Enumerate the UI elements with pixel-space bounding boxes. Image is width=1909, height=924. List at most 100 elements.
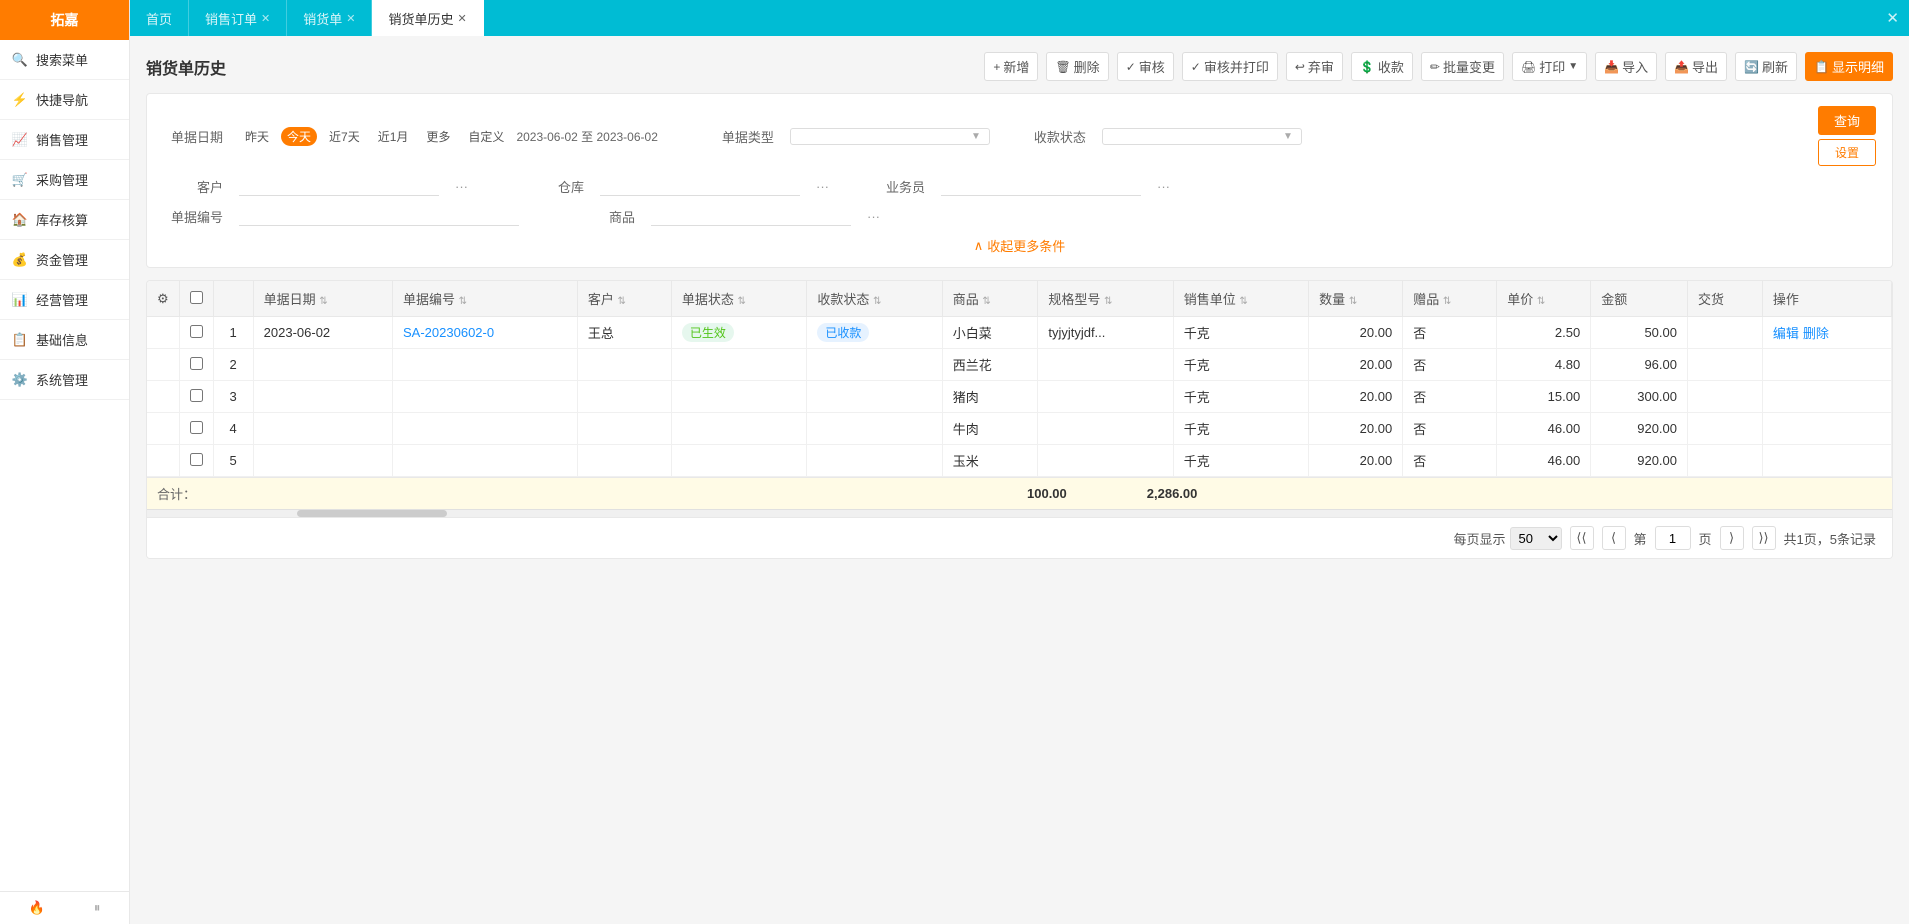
- customer-cell: [577, 413, 671, 445]
- settings-button[interactable]: 设置: [1818, 139, 1876, 166]
- collect-button[interactable]: 💲 收款: [1351, 52, 1413, 81]
- col-customer[interactable]: 客户 ⇅: [577, 281, 671, 317]
- doc-no-link[interactable]: SA-20230602-0: [403, 325, 494, 340]
- col-unit[interactable]: 销售单位 ⇅: [1173, 281, 1308, 317]
- gear-cell: [147, 445, 179, 477]
- tab-sales-delivery[interactable]: 销货单 ✕: [287, 0, 372, 36]
- sidebar-item-label: 采购管理: [36, 170, 88, 189]
- page-content: 销货单历史 + 新增 🗑 删除 ✓ 审核 ✓ 审核并打印: [130, 36, 1909, 924]
- prev-page-button[interactable]: ⟨: [1602, 526, 1626, 550]
- delete-icon: 🗑: [1055, 60, 1070, 74]
- sidebar-item-search-menu[interactable]: 🔍 搜索菜单: [0, 40, 129, 80]
- col-gift[interactable]: 赠品 ⇅: [1403, 281, 1497, 317]
- date-shortcut-last7[interactable]: 近7天: [323, 127, 366, 146]
- warehouse-ellipsis[interactable]: ···: [816, 179, 829, 194]
- sidebar-item-operations[interactable]: 📊 经营管理: [0, 280, 129, 320]
- sidebar-item-finance[interactable]: 💰 资金管理: [0, 240, 129, 280]
- sort-spec-icon: ⇅: [1104, 296, 1112, 307]
- row-checkbox[interactable]: [190, 389, 203, 402]
- col-spec[interactable]: 规格型号 ⇅: [1038, 281, 1173, 317]
- warehouse-input[interactable]: [600, 176, 800, 196]
- review-button[interactable]: ✓ 审核: [1117, 52, 1174, 81]
- sidebar-bottom-icon2[interactable]: ⏸: [94, 900, 101, 916]
- table-row: 2 西兰花 千克 20.00 否 4.80 96.00: [147, 349, 1892, 381]
- doc-type-select[interactable]: ▼: [790, 128, 990, 145]
- col-payment-status[interactable]: 收款状态 ⇅: [807, 281, 942, 317]
- tab-sales-order-close[interactable]: ✕: [261, 12, 270, 25]
- row-checkbox[interactable]: [190, 453, 203, 466]
- sidebar-item-basic-info[interactable]: 📋 基础信息: [0, 320, 129, 360]
- product-input[interactable]: [651, 206, 851, 226]
- col-doc-date[interactable]: 单据日期 ⇅: [253, 281, 392, 317]
- sidebar-item-inventory[interactable]: 🏠 库存核算: [0, 200, 129, 240]
- col-quantity[interactable]: 数量 ⇅: [1309, 281, 1403, 317]
- last-page-button[interactable]: ⟩⟩: [1752, 526, 1776, 550]
- sidebar-item-purchase-mgmt[interactable]: 🛒 采购管理: [0, 160, 129, 200]
- query-button[interactable]: 查询: [1818, 106, 1876, 135]
- sidebar-item-quick-nav[interactable]: ⚡ 快捷导航: [0, 80, 129, 120]
- date-shortcut-today[interactable]: 今天: [281, 127, 317, 146]
- sidebar-item-system-mgmt[interactable]: ⚙️ 系统管理: [0, 360, 129, 400]
- salesperson-ellipsis[interactable]: ···: [1157, 179, 1170, 194]
- import-button[interactable]: 📥 导入: [1595, 52, 1657, 81]
- select-all-checkbox[interactable]: [190, 291, 203, 304]
- col-doc-status[interactable]: 单据状态 ⇅: [671, 281, 806, 317]
- product-ellipsis[interactable]: ···: [867, 209, 880, 224]
- tab-sales-order[interactable]: 销售订单 ✕: [189, 0, 287, 36]
- doc-no-input[interactable]: [239, 206, 519, 226]
- page-size-dropdown[interactable]: 50 20 100: [1510, 527, 1562, 550]
- customer-input[interactable]: [239, 176, 439, 196]
- row-checkbox[interactable]: [190, 421, 203, 434]
- action-编辑[interactable]: 编辑: [1773, 326, 1799, 341]
- print-label: 打印: [1539, 57, 1565, 76]
- customer-ellipsis[interactable]: ···: [455, 179, 468, 194]
- date-shortcut-more[interactable]: 更多: [420, 127, 456, 146]
- scrollbar-thumb[interactable]: [297, 510, 447, 517]
- print-icon: 🖨: [1521, 60, 1536, 74]
- first-page-button[interactable]: ⟨⟨: [1570, 526, 1594, 550]
- sidebar-item-label: 经营管理: [36, 290, 88, 309]
- col-num: [213, 281, 253, 317]
- date-shortcut-last1month[interactable]: 近1月: [372, 127, 415, 146]
- print-button[interactable]: 🖨 打印 ▼: [1512, 52, 1587, 81]
- inventory-icon: 🏠: [12, 212, 28, 228]
- tab-sales-history[interactable]: 销货单历史 ✕: [372, 0, 483, 36]
- date-shortcut-custom[interactable]: 自定义: [462, 127, 510, 146]
- review-print-icon: ✓: [1191, 60, 1201, 74]
- table-row: 5 玉米 千克 20.00 否 46.00 920.00: [147, 445, 1892, 477]
- doc-no-cell: [393, 381, 578, 413]
- col-doc-no[interactable]: 单据编号 ⇅: [393, 281, 578, 317]
- refresh-button[interactable]: 🔄 刷新: [1735, 52, 1797, 81]
- review-print-button[interactable]: ✓ 审核并打印: [1182, 52, 1278, 81]
- sidebar-item-sales-mgmt[interactable]: 📈 销售管理: [0, 120, 129, 160]
- amount-cell: 920.00: [1591, 445, 1688, 477]
- row-checkbox[interactable]: [190, 325, 203, 338]
- horizontal-scrollbar[interactable]: [147, 509, 1892, 517]
- tab-home[interactable]: 首页: [130, 0, 189, 36]
- salesperson-input[interactable]: [941, 176, 1141, 196]
- date-shortcut-yesterday[interactable]: 昨天: [239, 127, 275, 146]
- collapse-button[interactable]: ∧ 收起更多条件: [163, 236, 1876, 255]
- sidebar-bottom-icon1[interactable]: 🔥: [29, 900, 45, 916]
- next-page-button[interactable]: ⟩: [1720, 526, 1744, 550]
- new-button[interactable]: + 新增: [984, 52, 1038, 81]
- col-settings[interactable]: ⚙: [147, 281, 179, 317]
- product-cell: 西兰花: [942, 349, 1038, 381]
- payment-status-select[interactable]: ▼: [1102, 128, 1302, 145]
- batch-change-button[interactable]: ✏ 批量变更: [1421, 52, 1504, 81]
- table-row: 3 猪肉 千克 20.00 否 15.00 300.00: [147, 381, 1892, 413]
- delete-button[interactable]: 🗑 删除: [1046, 52, 1108, 81]
- discard-button[interactable]: ↩ 弃审: [1286, 52, 1343, 81]
- row-checkbox[interactable]: [190, 357, 203, 370]
- show-detail-button[interactable]: 📋 显示明细: [1805, 52, 1893, 81]
- export-button[interactable]: 📤 导出: [1665, 52, 1727, 81]
- action-删除[interactable]: 删除: [1803, 326, 1829, 341]
- tab-sales-history-close[interactable]: ✕: [458, 12, 467, 25]
- table-row: 1 2023-06-02 SA-20230602-0 王总 已生效 已收款 小白…: [147, 317, 1892, 349]
- tab-sales-delivery-close[interactable]: ✕: [346, 12, 355, 25]
- page-number-input[interactable]: [1655, 526, 1691, 550]
- col-product[interactable]: 商品 ⇅: [942, 281, 1038, 317]
- close-all-tabs-button[interactable]: ✕: [1876, 9, 1909, 27]
- col-unit-price[interactable]: 单价 ⇅: [1497, 281, 1591, 317]
- new-label: 新增: [1003, 57, 1029, 76]
